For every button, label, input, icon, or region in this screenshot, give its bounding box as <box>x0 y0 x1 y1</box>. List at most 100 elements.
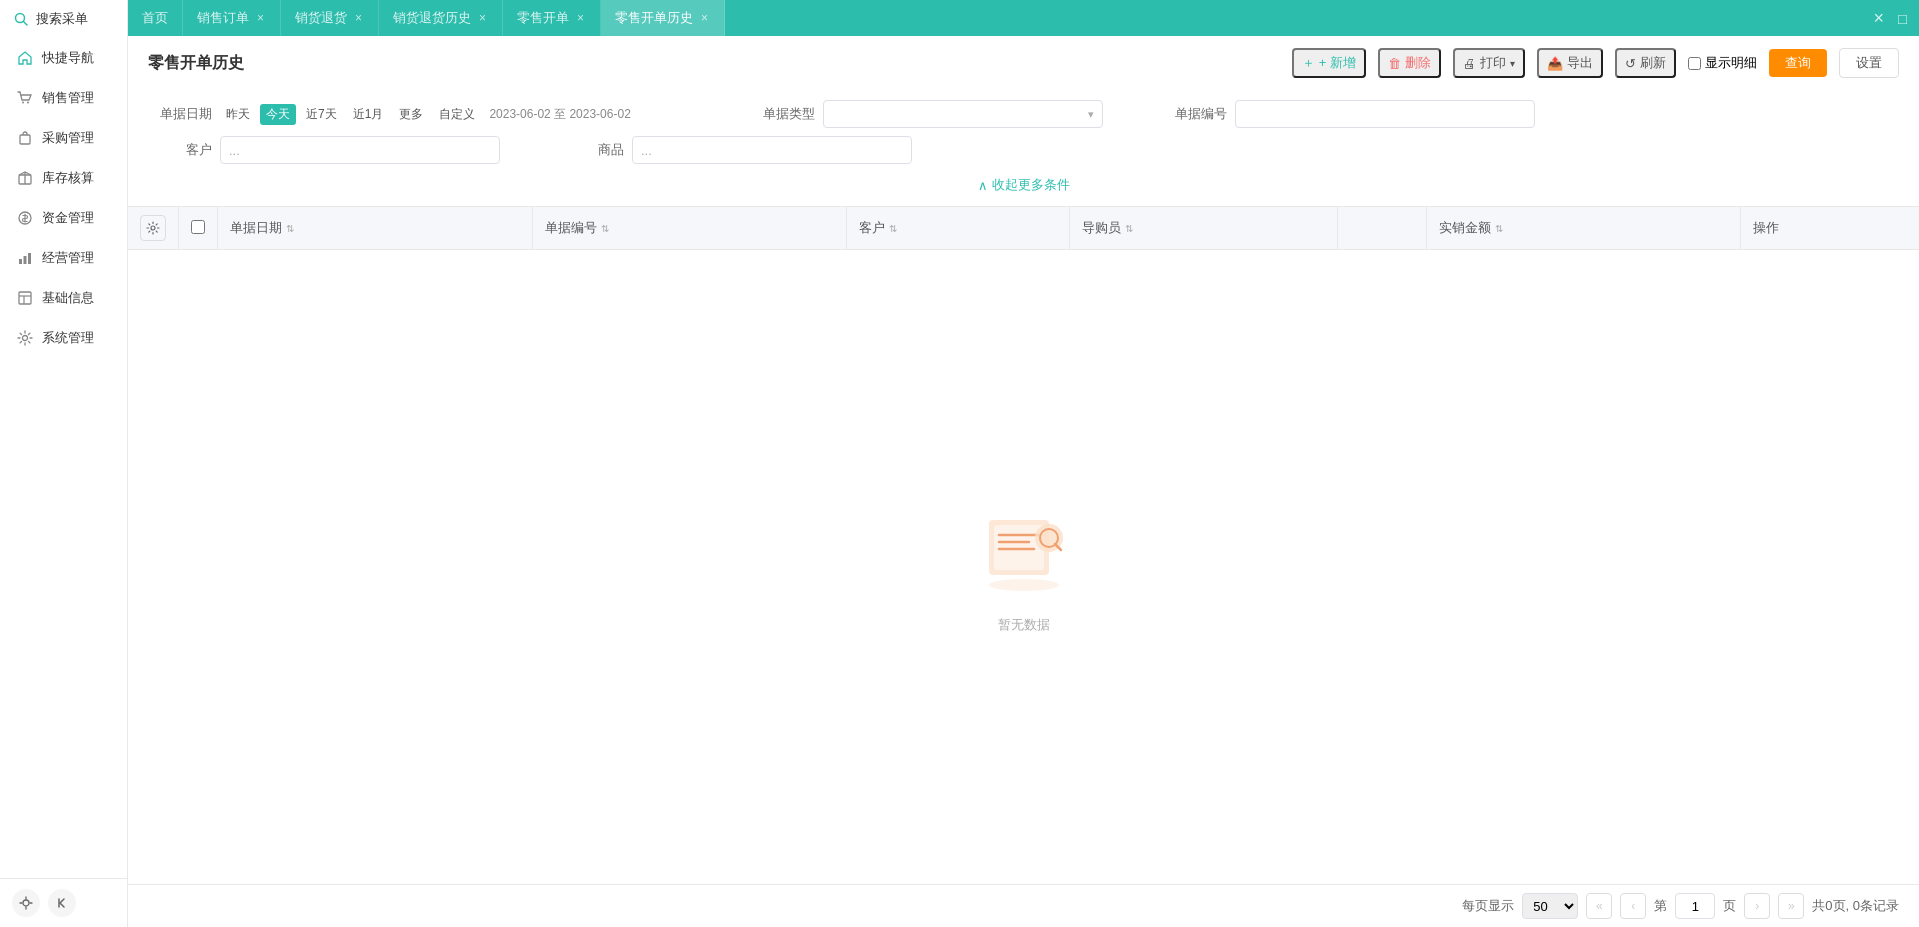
sidebar-item-finance[interactable]: 资金管理 <box>4 199 123 237</box>
last-page-btn[interactable]: » <box>1778 893 1804 919</box>
tab-label: 销售订单 <box>197 9 249 27</box>
tab-label: 零售开单历史 <box>615 9 693 27</box>
date-btn-more[interactable]: 更多 <box>393 104 429 125</box>
sort-icon: ⇅ <box>601 223 609 234</box>
tab-retail-open[interactable]: 零售开单 × <box>503 0 601 36</box>
customer-label: 客户 <box>148 141 220 159</box>
svg-point-14 <box>23 336 28 341</box>
gear-icon <box>16 329 34 347</box>
collapse-filter-btn[interactable]: ∧ 收起更多条件 <box>148 172 1899 198</box>
type-label: 单据类型 <box>751 105 823 123</box>
th-number-sort[interactable]: 单据编号 ⇅ <box>545 219 835 237</box>
th-amount-sort[interactable]: 实销金额 ⇅ <box>1439 219 1729 237</box>
tab-close-icon[interactable]: × <box>477 9 488 27</box>
page-number-input[interactable] <box>1675 893 1715 919</box>
sidebar-item-operations[interactable]: 经营管理 <box>4 239 123 277</box>
tab-home[interactable]: 首页 <box>128 0 183 36</box>
sidebar-item-quick-nav[interactable]: 快捷导航 <box>4 39 123 77</box>
column-settings-btn[interactable] <box>140 215 166 241</box>
date-btn-1month[interactable]: 近1月 <box>347 104 390 125</box>
date-btn-yesterday[interactable]: 昨天 <box>220 104 256 125</box>
th-date: 单据日期 ⇅ <box>218 207 533 250</box>
export-icon: 📤 <box>1547 56 1563 71</box>
pagination: 每页显示 50 100 200 « ‹ 第 页 › » 共0页, 0条记录 <box>128 884 1919 927</box>
th-salesperson-sort[interactable]: 导购员 ⇅ <box>1082 219 1326 237</box>
sidebar-bottom <box>0 878 127 927</box>
date-btn-today[interactable]: 今天 <box>260 104 296 125</box>
tab-bar: 首页 销售订单 × 销货退货 × 销货退货历史 × 零售开单 × 零售开单历史 … <box>128 0 1919 36</box>
display-detail-checkbox[interactable] <box>1688 57 1701 70</box>
select-all-checkbox[interactable] <box>191 220 205 234</box>
sidebar-item-base-info[interactable]: 基础信息 <box>4 279 123 317</box>
collapse-sidebar-btn[interactable] <box>48 889 76 917</box>
query-button[interactable]: 查询 <box>1769 49 1827 77</box>
th-ops: 操作 <box>1741 207 1919 250</box>
tab-close-icon[interactable]: × <box>699 9 710 27</box>
type-select[interactable]: ▾ <box>823 100 1103 128</box>
sidebar-item-sales-mgmt[interactable]: 销售管理 <box>4 79 123 117</box>
bag-icon <box>16 129 34 147</box>
th-customer: 客户 ⇅ <box>847 207 1070 250</box>
tab-sales-return[interactable]: 销货退货 × <box>281 0 379 36</box>
tab-sales-order[interactable]: 销售订单 × <box>183 0 281 36</box>
svg-rect-8 <box>19 259 22 264</box>
date-btn-custom[interactable]: 自定义 <box>433 104 481 125</box>
th-gear <box>128 207 179 250</box>
page-title: 零售开单历史 <box>148 53 244 74</box>
next-page-btn[interactable]: › <box>1744 893 1770 919</box>
print-icon: 🖨 <box>1463 56 1476 71</box>
tab-close-icon[interactable]: × <box>575 9 586 27</box>
add-button[interactable]: ＋ + 新增 <box>1292 48 1366 78</box>
export-button[interactable]: 📤 导出 <box>1537 48 1603 78</box>
th-date-label: 单据日期 <box>230 219 282 237</box>
sort-icon: ⇅ <box>1495 223 1503 234</box>
th-date-sort[interactable]: 单据日期 ⇅ <box>230 219 520 237</box>
goods-input[interactable]: ... <box>632 136 912 164</box>
number-input[interactable] <box>1235 100 1535 128</box>
empty-text: 暂无数据 <box>998 616 1050 634</box>
print-label: 打印 <box>1480 54 1506 72</box>
settings-button[interactable]: 设置 <box>1839 48 1899 78</box>
page-content: 零售开单历史 ＋ + 新增 🗑 删除 🖨 打印 ▾ <box>128 36 1919 927</box>
filter-row-2: 客户 ... 商品 ... <box>148 136 1899 164</box>
window-close-btn[interactable]: × <box>1873 8 1884 29</box>
sidebar-item-label: 快捷导航 <box>42 49 94 67</box>
settings-bottom-btn[interactable] <box>12 889 40 917</box>
sidebar-item-inventory[interactable]: 库存核算 <box>4 159 123 197</box>
tab-close-icon[interactable]: × <box>255 9 266 27</box>
date-label: 单据日期 <box>148 105 220 123</box>
page-size-label: 每页显示 <box>1462 897 1514 915</box>
box-icon <box>16 169 34 187</box>
th-amount-label: 实销金额 <box>1439 219 1491 237</box>
sidebar-item-purchase-mgmt[interactable]: 采购管理 <box>4 119 123 157</box>
collapse-label: 收起更多条件 <box>992 176 1070 194</box>
customer-input[interactable]: ... <box>220 136 500 164</box>
date-btn-7days[interactable]: 近7天 <box>300 104 343 125</box>
filter-row-1: 单据日期 昨天 今天 近7天 近1月 更多 自定义 2023-06-02 至 2… <box>148 100 1899 128</box>
sidebar-item-sys-mgmt[interactable]: 系统管理 <box>4 319 123 357</box>
delete-button[interactable]: 🗑 删除 <box>1378 48 1441 78</box>
sidebar-item-label: 资金管理 <box>42 209 94 227</box>
print-chevron-icon: ▾ <box>1510 58 1515 69</box>
tab-close-icon[interactable]: × <box>353 9 364 27</box>
tab-label: 零售开单 <box>517 9 569 27</box>
toolbar: ＋ + 新增 🗑 删除 🖨 打印 ▾ 📤 导出 <box>1292 48 1899 78</box>
th-customer-sort[interactable]: 客户 ⇅ <box>859 219 1057 237</box>
first-page-btn[interactable]: « <box>1586 893 1612 919</box>
prev-page-btn[interactable]: ‹ <box>1620 893 1646 919</box>
sidebar-search[interactable]: 搜索采单 <box>0 0 127 38</box>
page-size-select[interactable]: 50 100 200 <box>1522 893 1578 919</box>
add-icon: ＋ <box>1302 54 1315 72</box>
print-button[interactable]: 🖨 打印 ▾ <box>1453 48 1525 78</box>
page-header: 零售开单历史 ＋ + 新增 🗑 删除 🖨 打印 ▾ <box>128 36 1919 207</box>
th-ops-label: 操作 <box>1753 220 1779 235</box>
refresh-button[interactable]: ↺ 刷新 <box>1615 48 1676 78</box>
refresh-label: 刷新 <box>1640 54 1666 72</box>
sort-icon: ⇅ <box>286 223 294 234</box>
sidebar-item-label: 销售管理 <box>42 89 94 107</box>
svg-point-2 <box>22 102 24 104</box>
window-restore-btn[interactable]: □ <box>1898 10 1907 27</box>
tab-sales-return-hist[interactable]: 销货退货历史 × <box>379 0 503 36</box>
display-detail-toggle[interactable]: 显示明细 <box>1688 54 1757 72</box>
tab-retail-open-hist[interactable]: 零售开单历史 × <box>601 0 725 36</box>
